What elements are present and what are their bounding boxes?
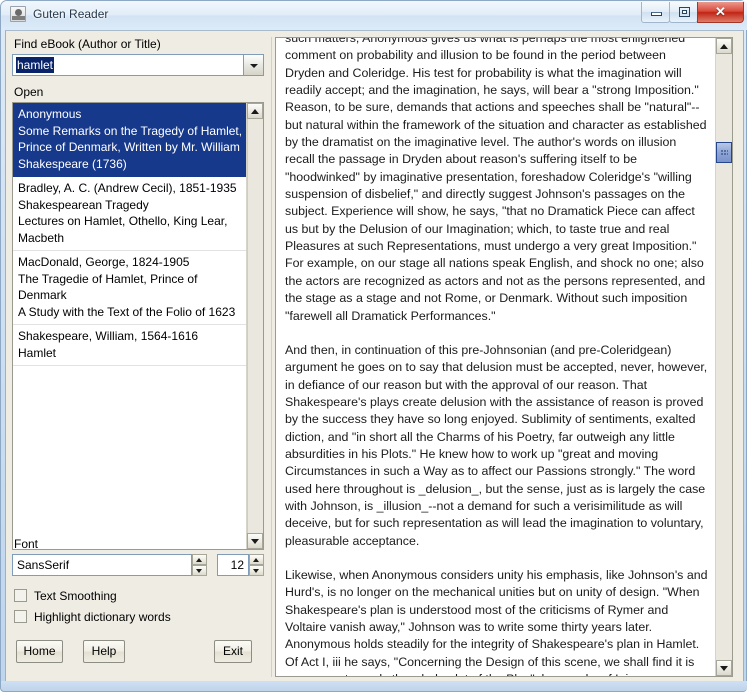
book-author: Shakespeare, William, 1564-1616	[18, 329, 199, 343]
book-subtitle: A Study with the Text of the Folio of 16…	[18, 304, 236, 319]
find-ebook-combobox[interactable]: hamlet	[12, 54, 264, 76]
triangle-down-icon	[720, 666, 728, 671]
triangle-down-icon	[196, 569, 202, 573]
reader-text-area[interactable]: such matters, Anonymous gives us what is…	[276, 38, 716, 676]
highlight-dictionary-row[interactable]: Highlight dictionary words	[14, 606, 264, 627]
book-title: Some Remarks on the Tragedy of Hamlet, P…	[18, 123, 243, 171]
font-size-stepper-down[interactable]	[249, 565, 264, 576]
reader-scrollbar-track[interactable]	[716, 54, 732, 660]
sidebar: Find eBook (Author or Title) hamlet Open…	[12, 37, 268, 677]
font-label: Font	[14, 537, 39, 551]
book-author: Anonymous	[18, 107, 82, 121]
book-icon	[10, 6, 26, 22]
highlight-dictionary-checkbox[interactable]	[14, 610, 27, 623]
font-name-stepper-down[interactable]	[192, 565, 207, 576]
title-bar: Guten Reader ✕	[1, 1, 747, 30]
book-list[interactable]: Anonymous Some Remarks on the Tragedy of…	[13, 103, 248, 549]
font-controls-row: SansSerif 12	[12, 554, 264, 576]
maximize-icon	[679, 7, 690, 17]
triangle-up-icon	[251, 109, 259, 114]
minimize-icon	[651, 12, 662, 16]
find-ebook-label: Find eBook (Author or Title)	[14, 37, 161, 51]
reader-panel: such matters, Anonymous gives us what is…	[275, 37, 733, 677]
font-name-stepper-up[interactable]	[192, 554, 207, 565]
list-item[interactable]: Bradley, A. C. (Andrew Cecil), 1851-1935…	[13, 177, 248, 251]
close-button[interactable]: ✕	[697, 2, 744, 23]
window-title: Guten Reader	[33, 7, 109, 21]
text-smoothing-label: Text Smoothing	[34, 588, 117, 603]
book-author: MacDonald, George, 1824-1905	[18, 255, 190, 269]
application-window: Guten Reader ✕ Find eBook (Author or Tit…	[0, 0, 747, 692]
window-controls: ✕	[641, 2, 744, 23]
app-panel: Find eBook (Author or Title) hamlet Open…	[6, 31, 743, 681]
reader-paragraph: such matters, Anonymous gives us what is…	[285, 38, 707, 323]
home-button[interactable]: Home	[16, 640, 63, 663]
reader-scroll-down-button[interactable]	[716, 660, 732, 676]
font-size-input[interactable]: 12	[217, 554, 249, 576]
text-smoothing-row[interactable]: Text Smoothing	[14, 585, 264, 606]
list-item[interactable]: MacDonald, George, 1824-1905 The Tragedi…	[13, 251, 248, 325]
font-settings: Font SansSerif 12 Text Smoothing Highlig…	[12, 537, 264, 627]
minimize-button[interactable]	[641, 2, 670, 23]
triangle-down-icon	[253, 569, 259, 573]
font-name-input[interactable]: SansSerif	[12, 554, 192, 576]
action-buttons: Home Help Exit	[12, 640, 264, 664]
font-name-stepper[interactable]	[192, 554, 207, 576]
open-label: Open	[14, 85, 44, 99]
search-input[interactable]: hamlet	[12, 54, 244, 76]
maximize-button[interactable]	[669, 2, 698, 23]
search-input-value: hamlet	[16, 57, 55, 73]
window-bottom-edge	[1, 681, 747, 691]
list-item[interactable]: Anonymous Some Remarks on the Tragedy of…	[13, 103, 248, 177]
scrollbar-track[interactable]	[247, 119, 263, 533]
book-list-scrollbar[interactable]	[246, 103, 263, 549]
chevron-down-icon[interactable]	[244, 54, 264, 76]
reader-scrollbar-thumb[interactable]	[716, 142, 732, 163]
reader-scroll-up-button[interactable]	[716, 38, 732, 54]
book-subtitle: Lectures on Hamlet, Othello, King Lear, …	[18, 214, 228, 245]
book-title: Shakespearean Tragedy	[18, 197, 149, 212]
triangle-up-icon	[253, 558, 259, 562]
book-list-panel: Anonymous Some Remarks on the Tragedy of…	[12, 102, 264, 550]
book-title: The Tragedie of Hamlet, Prince of Denmar…	[18, 271, 198, 303]
book-title: Hamlet	[18, 345, 57, 360]
triangle-up-icon	[720, 44, 728, 49]
title-bar-content: Guten Reader	[10, 6, 108, 22]
exit-button[interactable]: Exit	[214, 640, 252, 663]
font-size-stepper[interactable]	[249, 554, 264, 576]
triangle-up-icon	[196, 558, 202, 562]
highlight-dictionary-label: Highlight dictionary words	[34, 609, 171, 624]
close-icon: ✕	[715, 4, 726, 19]
list-item[interactable]: Shakespeare, William, 1564-1616 Hamlet	[13, 325, 248, 366]
reader-paragraph: Likewise, when Anonymous considers unity…	[285, 567, 708, 676]
client-area: Find eBook (Author or Title) hamlet Open…	[5, 30, 744, 682]
book-author: Bradley, A. C. (Andrew Cecil), 1851-1935	[18, 181, 237, 195]
scroll-up-button[interactable]	[247, 103, 263, 119]
reader-paragraph: And then, in continuation of this pre-Jo…	[285, 342, 708, 548]
font-size-stepper-up[interactable]	[249, 554, 264, 565]
reader-scrollbar[interactable]	[715, 38, 732, 676]
text-smoothing-checkbox[interactable]	[14, 589, 27, 602]
help-button[interactable]: Help	[83, 640, 125, 663]
